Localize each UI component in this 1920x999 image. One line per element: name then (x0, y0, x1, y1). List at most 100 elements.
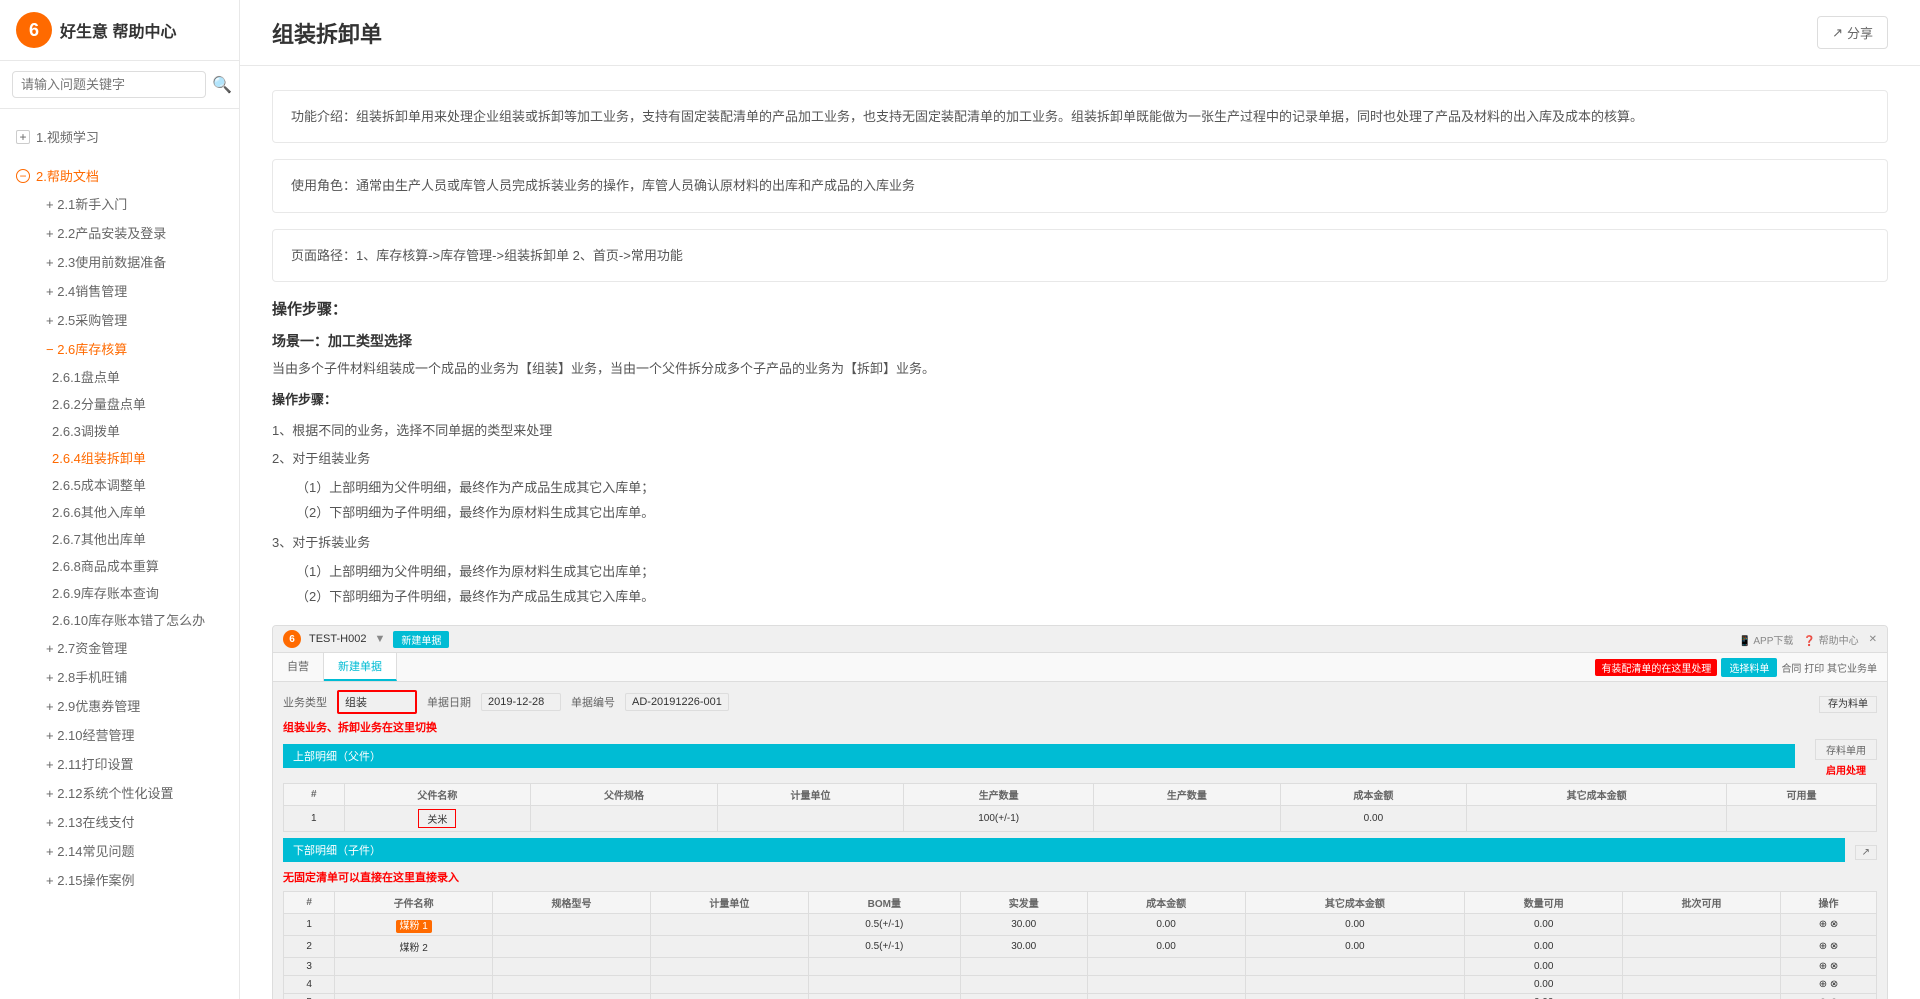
sidebar-search-container: 🔍 (0, 61, 239, 109)
sidebar-item-2-6-9[interactable]: 2.6.9库存账本查询 (52, 579, 223, 606)
sidebar-item-2-3[interactable]: + 2.3使用前数据准备 (36, 247, 223, 276)
logo-icon: 6 (16, 12, 52, 48)
sidebar-item-2-12[interactable]: + 2.12系统个性化设置 (36, 778, 223, 807)
mock-icon-help: ❓ 帮助中心 (1803, 632, 1858, 647)
expand-icon-2-2: + (46, 226, 54, 241)
sidebar-item-2-6-3[interactable]: 2.6.3调拨单 (52, 417, 223, 444)
step-3-sub2: （2）下部明细为子件明细，最终作为产成品生成其它入库单。 (272, 585, 1888, 610)
sidebar-item-2-6-2[interactable]: 2.6.2分量盘点单 (52, 390, 223, 417)
expand-icon-2-5: + (46, 313, 54, 328)
sidebar-item-2-6-8[interactable]: 2.6.8商品成本重算 (52, 552, 223, 579)
mock-copy-btn[interactable]: ↗ (1855, 845, 1877, 860)
expand-icon-2-13: + (46, 815, 54, 830)
sidebar-item-2-6-7[interactable]: 2.6.7其他出库单 (52, 525, 223, 552)
intro-box-1: 功能介绍：组装拆卸单用来处理企业组装或拆卸等加工业务，支持有固定装配清单的产品加… (272, 90, 1888, 143)
search-input[interactable] (12, 71, 206, 98)
sidebar-subsections: + 2.1新手入门 + 2.2产品安装及登录 + 2.3使用前数据准备 + 2.… (16, 189, 223, 894)
sidebar-item-2-14[interactable]: + 2.14常见问题 (36, 836, 223, 865)
mock-qiyong-btn[interactable]: 存料单用 (1815, 739, 1877, 760)
sidebar-item-2-11[interactable]: + 2.11打印设置 (36, 749, 223, 778)
sidebar-item-2-6[interactable]: − 2.6库存核算 (36, 334, 223, 363)
sidebar-item-2-15[interactable]: + 2.15操作案例 (36, 865, 223, 894)
mock-bth-bom: BOM量 (808, 892, 960, 914)
mock-btd-row-1: 1 煤粉 1 0.5(+/-1) 30.00 0.00 0.00 0.00 (284, 914, 1877, 936)
sidebar-item-2-5[interactable]: + 2.5采购管理 (36, 305, 223, 334)
step-2: 2、对于组装业务 (272, 447, 1888, 472)
screenshot-container: 6 TEST-H002 ▼ 新建单据 📱 APP下载 ❓ 帮助中心 ✕ 自营 新… (272, 625, 1888, 999)
mock-top-section-header: 上部明细（父件） (283, 744, 1795, 768)
operations-title: 操作步骤： (272, 298, 1888, 319)
mock-bottom-section-row: 下部明细（子件） ↗ (283, 838, 1877, 867)
main-content: 组装拆卸单 ↗ 分享 功能介绍：组装拆卸单用来处理企业组装或拆卸等加工业务，支持… (240, 0, 1920, 999)
sidebar-item-2-6-10[interactable]: 2.6.10库存账本错了怎么办 (52, 606, 223, 633)
mock-td-1-spec (531, 806, 718, 832)
mock-bth-op: 操作 (1781, 892, 1877, 914)
collapse-icon-2: − (16, 169, 30, 183)
mock-divider: ▼ (374, 633, 385, 645)
share-button[interactable]: ↗ 分享 (1817, 16, 1888, 49)
mock-form-area: 业务类型 组装 单据日期 2019-12-28 单据编号 AD-20191226… (273, 682, 1887, 999)
mock-annotation-3-container: 存料单用 启用处理 (1815, 739, 1877, 777)
mock-th-actual-qty: 生产数量 (1094, 784, 1281, 806)
expand-icon-2-8: + (46, 670, 54, 685)
mock-form-row-1: 业务类型 组装 单据日期 2019-12-28 单据编号 AD-20191226… (283, 690, 1877, 714)
mock-type-value[interactable]: 组装 (337, 690, 417, 714)
mock-td-1-num: 1 (284, 806, 345, 832)
expand-icon-2-12: + (46, 786, 54, 801)
expand-icon-2-14: + (46, 844, 54, 859)
sidebar-item-2-4[interactable]: + 2.4销售管理 (36, 276, 223, 305)
mock-bom-btn[interactable]: 选择料单 (1721, 658, 1777, 677)
mock-type-label: 业务类型 (283, 694, 327, 710)
sidebar-item-2-1[interactable]: + 2.1新手入门 (36, 189, 223, 218)
sidebar-item-2-6-4[interactable]: 2.6.4组装拆卸单 (52, 444, 223, 471)
expand-icon-2-15: + (46, 873, 54, 888)
mock-th-unit: 计量单位 (717, 784, 904, 806)
mock-close[interactable]: ✕ (1869, 634, 1877, 645)
mock-stock-btn[interactable]: 存为料单 (1819, 696, 1877, 713)
sidebar-item-2-8[interactable]: + 2.8手机旺铺 (36, 662, 223, 691)
sidebar-item-2-6-5[interactable]: 2.6.5成本调整单 (52, 471, 223, 498)
sidebar-section-1: + 1.视频学习 (0, 117, 239, 156)
scene1-label: 场景一：加工类型选择 (272, 331, 1888, 351)
mock-extra-btns: 合同 打印 其它业务单 (1781, 660, 1877, 675)
mock-th-other-cost: 其它成本金额 (1467, 784, 1727, 806)
sidebar-item-2-9[interactable]: + 2.9优惠券管理 (36, 691, 223, 720)
expand-icon-2-1: + (46, 197, 54, 212)
intro-text-2: 使用角色：通常由生产人员或库管人员完成拆装业务的操作，库管人员确认原材料的出库和… (291, 178, 915, 193)
sidebar-item-2-13[interactable]: + 2.13在线支付 (36, 807, 223, 836)
mock-section-row: 上部明细（父件） 存料单用 启用处理 (283, 739, 1877, 777)
step-1: 1、根据不同的业务，选择不同单据的类型来处理 (272, 419, 1888, 444)
intro-box-2: 使用角色：通常由生产人员或库管人员完成拆装业务的操作，库管人员确认原材料的出库和… (272, 159, 1888, 212)
sidebar-item-2-6-1[interactable]: 2.6.1盘点单 (52, 363, 223, 390)
sidebar-item-2-6-6[interactable]: 2.6.6其他入库单 (52, 498, 223, 525)
mock-td-1-cost: 0.00 (1280, 806, 1467, 832)
sidebar-deep-items-2-6: 2.6.1盘点单 2.6.2分量盘点单 2.6.3调拨单 2.6.4组装拆卸单 … (36, 363, 223, 633)
mock-th-available: 可用量 (1726, 784, 1876, 806)
mock-bth-unit: 计量单位 (650, 892, 808, 914)
sidebar-item-2-7[interactable]: + 2.7资金管理 (36, 633, 223, 662)
collapse-icon-2-6: − (46, 342, 54, 357)
mock-tab-new[interactable]: 新建单据 (324, 653, 397, 681)
sidebar-item-2-2[interactable]: + 2.2产品安装及登录 (36, 218, 223, 247)
mock-date-value[interactable]: 2019-12-28 (481, 693, 561, 711)
mock-bth-cost: 成本金额 (1087, 892, 1245, 914)
sidebar-section-2-title[interactable]: − 2.帮助文档 (16, 162, 223, 189)
sidebar-section-1-title[interactable]: + 1.视频学习 (16, 123, 223, 150)
mock-date-label: 单据日期 (427, 694, 471, 710)
scene1-desc: 当由多个子件材料组装成一个成品的业务为【组装】业务，当由一个父件拆分成多个子产品… (272, 357, 1888, 382)
mock-number-value[interactable]: AD-20191226-001 (625, 693, 729, 711)
expand-icon-2-4: + (46, 284, 54, 299)
mock-top-table: # 父件名称 父件规格 计量单位 生产数量 生产数量 成本金额 其它成本金额 可… (283, 783, 1877, 832)
mock-bth-qty-avail: 数量可用 (1465, 892, 1623, 914)
expand-icon-2-3: + (46, 255, 54, 270)
mock-tab-ziying[interactable]: 自营 (273, 653, 324, 681)
mock-annotation-row: 组装业务、拆卸业务在这里切换 (283, 719, 1877, 735)
step-3-sub1: （1）上部明细为父件明细，最终作为原材料生成其它出库单； (272, 560, 1888, 585)
sidebar-item-2-10[interactable]: + 2.10经营管理 (36, 720, 223, 749)
mock-annotation-2: 组装业务、拆卸业务在这里切换 (283, 722, 437, 734)
search-button[interactable]: 🔍 (212, 75, 232, 95)
share-icon: ↗ (1832, 25, 1843, 41)
mock-new-btn[interactable]: 新建单据 (393, 631, 449, 648)
mock-topbar: 6 TEST-H002 ▼ 新建单据 📱 APP下载 ❓ 帮助中心 ✕ (273, 626, 1887, 653)
mock-td-1-avail (1726, 806, 1876, 832)
